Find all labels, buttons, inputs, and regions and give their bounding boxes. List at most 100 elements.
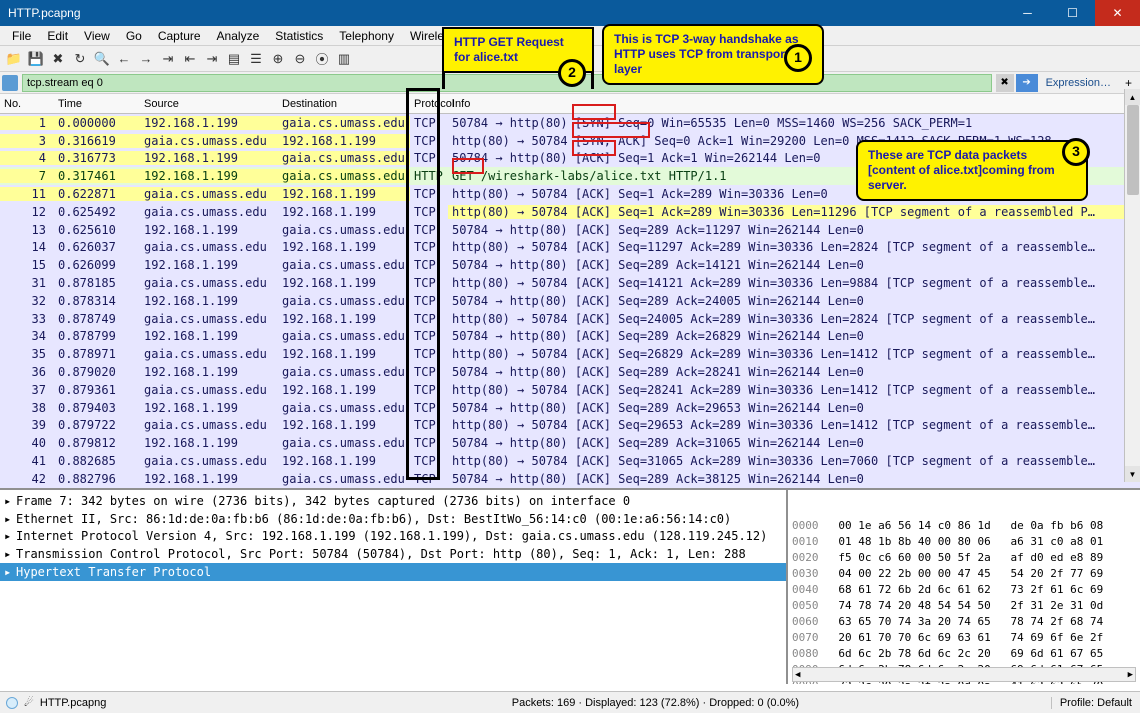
- packet-row[interactable]: 410.882685gaia.cs.umass.edu192.168.1.199…: [0, 452, 1140, 470]
- cell-time: 0.625610: [54, 223, 140, 237]
- scroll-up-icon[interactable]: ▲: [1125, 89, 1140, 105]
- toolbar-save-icon[interactable]: 💾: [26, 49, 46, 69]
- scroll-right-icon[interactable]: ▶: [1126, 670, 1135, 680]
- hex-row[interactable]: 0060 63 65 70 74 3a 20 74 65 78 74 2f 68…: [792, 614, 1136, 630]
- toolbar-resize-cols-icon[interactable]: ▥: [334, 49, 354, 69]
- packet-row[interactable]: 310.878185gaia.cs.umass.edu192.168.1.199…: [0, 274, 1140, 292]
- menu-telephony[interactable]: Telephony: [331, 29, 402, 43]
- col-no-header[interactable]: No.: [0, 98, 54, 110]
- expand-icon[interactable]: ▸: [4, 547, 16, 561]
- menu-analyze[interactable]: Analyze: [209, 29, 268, 43]
- menu-file[interactable]: File: [4, 29, 39, 43]
- filter-bookmark-icon[interactable]: [2, 75, 18, 91]
- tree-item[interactable]: ▸Frame 7: 342 bytes on wire (2736 bits),…: [0, 492, 786, 510]
- hex-row[interactable]: 0030 04 00 22 2b 00 00 47 45 54 20 2f 77…: [792, 566, 1136, 582]
- menu-view[interactable]: View: [76, 29, 118, 43]
- packet-details-tree[interactable]: ▸Frame 7: 342 bytes on wire (2736 bits),…: [0, 490, 786, 684]
- cell-no: 35: [0, 347, 54, 361]
- packet-row[interactable]: 360.879020192.168.1.199gaia.cs.umass.edu…: [0, 363, 1140, 381]
- toolbar-back-icon[interactable]: ←: [114, 49, 134, 69]
- cell-info: 50784 → http(80) [ACK] Seq=289 Ack=29653…: [448, 401, 1140, 415]
- toolbar-autoscroll-icon[interactable]: ▤: [224, 49, 244, 69]
- cell-proto: TCP: [410, 187, 448, 201]
- packet-row[interactable]: 380.879403192.168.1.199gaia.cs.umass.edu…: [0, 399, 1140, 417]
- add-filter-button[interactable]: +: [1119, 76, 1138, 90]
- status-profile[interactable]: Profile: Default: [1051, 697, 1140, 709]
- packet-row[interactable]: 420.882796192.168.1.199gaia.cs.umass.edu…: [0, 470, 1140, 488]
- hex-row[interactable]: 0080 6d 6c 2b 78 6d 6c 2c 20 69 6d 61 67…: [792, 646, 1136, 662]
- menu-statistics[interactable]: Statistics: [267, 29, 331, 43]
- toolbar-first-icon[interactable]: ⇤: [180, 49, 200, 69]
- toolbar-zoom-out-icon[interactable]: ⊖: [290, 49, 310, 69]
- toolbar-reload-icon[interactable]: ↻: [70, 49, 90, 69]
- hex-dump-pane[interactable]: 0000 00 1e a6 56 14 c0 86 1d de 0a fb b6…: [786, 490, 1140, 684]
- col-info-header[interactable]: Info: [448, 98, 1140, 110]
- hex-row[interactable]: 0000 00 1e a6 56 14 c0 86 1d de 0a fb b6…: [792, 518, 1136, 534]
- cell-time: 0.879812: [54, 436, 140, 450]
- packet-row[interactable]: 370.879361gaia.cs.umass.edu192.168.1.199…: [0, 381, 1140, 399]
- col-proto-header[interactable]: Protocol: [410, 98, 448, 110]
- col-src-header[interactable]: Source: [140, 98, 278, 110]
- scroll-thumb[interactable]: [1127, 105, 1139, 195]
- expand-icon[interactable]: ▸: [4, 565, 16, 579]
- toolbar-close-icon[interactable]: ✖: [48, 49, 68, 69]
- menu-go[interactable]: Go: [118, 29, 150, 43]
- cell-no: 37: [0, 383, 54, 397]
- hex-scrollbar[interactable]: ◀▶: [792, 667, 1136, 682]
- col-time-header[interactable]: Time: [54, 98, 140, 110]
- cell-no: 36: [0, 365, 54, 379]
- hex-row[interactable]: 0020 f5 0c c6 60 00 50 5f 2a af d0 ed e8…: [792, 550, 1136, 566]
- scroll-down-icon[interactable]: ▼: [1125, 466, 1140, 482]
- apply-filter-button[interactable]: ➔: [1016, 74, 1038, 92]
- packet-row[interactable]: 120.625492gaia.cs.umass.edu192.168.1.199…: [0, 203, 1140, 221]
- packet-row[interactable]: 10.000000192.168.1.199gaia.cs.umass.eduT…: [0, 114, 1140, 132]
- hex-row[interactable]: 0050 74 78 74 20 48 54 54 50 2f 31 2e 31…: [792, 598, 1136, 614]
- display-filter-input[interactable]: [22, 74, 992, 92]
- close-button[interactable]: ✕: [1095, 0, 1140, 26]
- toolbar-fwd-icon[interactable]: →: [136, 49, 156, 69]
- packet-row[interactable]: 320.878314192.168.1.199gaia.cs.umass.edu…: [0, 292, 1140, 310]
- toolbar-zoom-reset-icon[interactable]: ⦿: [312, 49, 332, 69]
- expand-icon[interactable]: ▸: [4, 512, 16, 526]
- tree-item[interactable]: ▸Transmission Control Protocol, Src Port…: [0, 545, 786, 563]
- packet-row[interactable]: 130.625610192.168.1.199gaia.cs.umass.edu…: [0, 221, 1140, 239]
- packet-row[interactable]: 340.878799192.168.1.199gaia.cs.umass.edu…: [0, 328, 1140, 346]
- packet-list-scrollbar[interactable]: ▲ ▼: [1124, 89, 1140, 482]
- maximize-button[interactable]: ☐: [1050, 0, 1095, 26]
- toolbar-colorize-icon[interactable]: ☰: [246, 49, 266, 69]
- col-dst-header[interactable]: Destination: [278, 98, 410, 110]
- hex-row[interactable]: 0010 01 48 1b 8b 40 00 80 06 a6 31 c0 a8…: [792, 534, 1136, 550]
- cell-proto: TCP: [410, 276, 448, 290]
- status-expert-icon[interactable]: ☄: [24, 696, 34, 709]
- toolbar-open-icon[interactable]: 📁: [4, 49, 24, 69]
- callout-3-badge: 3: [1062, 138, 1090, 166]
- cell-src: 192.168.1.199: [140, 169, 278, 183]
- cell-no: 34: [0, 329, 54, 343]
- packet-row[interactable]: 140.626037gaia.cs.umass.edu192.168.1.199…: [0, 239, 1140, 257]
- cell-info: 50784 → http(80) [ACK] Seq=289 Ack=26829…: [448, 329, 1140, 343]
- menu-capture[interactable]: Capture: [150, 29, 209, 43]
- packet-row[interactable]: 150.626099192.168.1.199gaia.cs.umass.edu…: [0, 256, 1140, 274]
- expand-icon[interactable]: ▸: [4, 494, 16, 508]
- toolbar-zoom-in-icon[interactable]: ⊕: [268, 49, 288, 69]
- tree-item[interactable]: ▸Hypertext Transfer Protocol: [0, 563, 786, 581]
- packet-row[interactable]: 390.879722gaia.cs.umass.edu192.168.1.199…: [0, 417, 1140, 435]
- scroll-left-icon[interactable]: ◀: [793, 670, 802, 680]
- packet-row[interactable]: 400.879812192.168.1.199gaia.cs.umass.edu…: [0, 434, 1140, 452]
- cell-src: 192.168.1.199: [140, 436, 278, 450]
- tree-item[interactable]: ▸Internet Protocol Version 4, Src: 192.1…: [0, 528, 786, 546]
- toolbar-jump-icon[interactable]: ⇥: [158, 49, 178, 69]
- hex-row[interactable]: 0070 20 61 70 70 6c 69 63 61 74 69 6f 6e…: [792, 630, 1136, 646]
- cell-dst: 192.168.1.199: [278, 312, 410, 326]
- packet-row[interactable]: 350.878971gaia.cs.umass.edu192.168.1.199…: [0, 345, 1140, 363]
- tree-item[interactable]: ▸Ethernet II, Src: 86:1d:de:0a:fb:b6 (86…: [0, 510, 786, 528]
- menu-edit[interactable]: Edit: [39, 29, 76, 43]
- toolbar-find-icon[interactable]: 🔍: [92, 49, 112, 69]
- minimize-button[interactable]: ─: [1005, 0, 1050, 26]
- packet-row[interactable]: 330.878749gaia.cs.umass.edu192.168.1.199…: [0, 310, 1140, 328]
- expression-button[interactable]: Expression…: [1040, 77, 1117, 89]
- expand-icon[interactable]: ▸: [4, 529, 16, 543]
- toolbar-last-icon[interactable]: ⇥: [202, 49, 222, 69]
- hex-row[interactable]: 0040 68 61 72 6b 2d 6c 61 62 73 2f 61 6c…: [792, 582, 1136, 598]
- clear-filter-button[interactable]: ✖: [996, 74, 1014, 92]
